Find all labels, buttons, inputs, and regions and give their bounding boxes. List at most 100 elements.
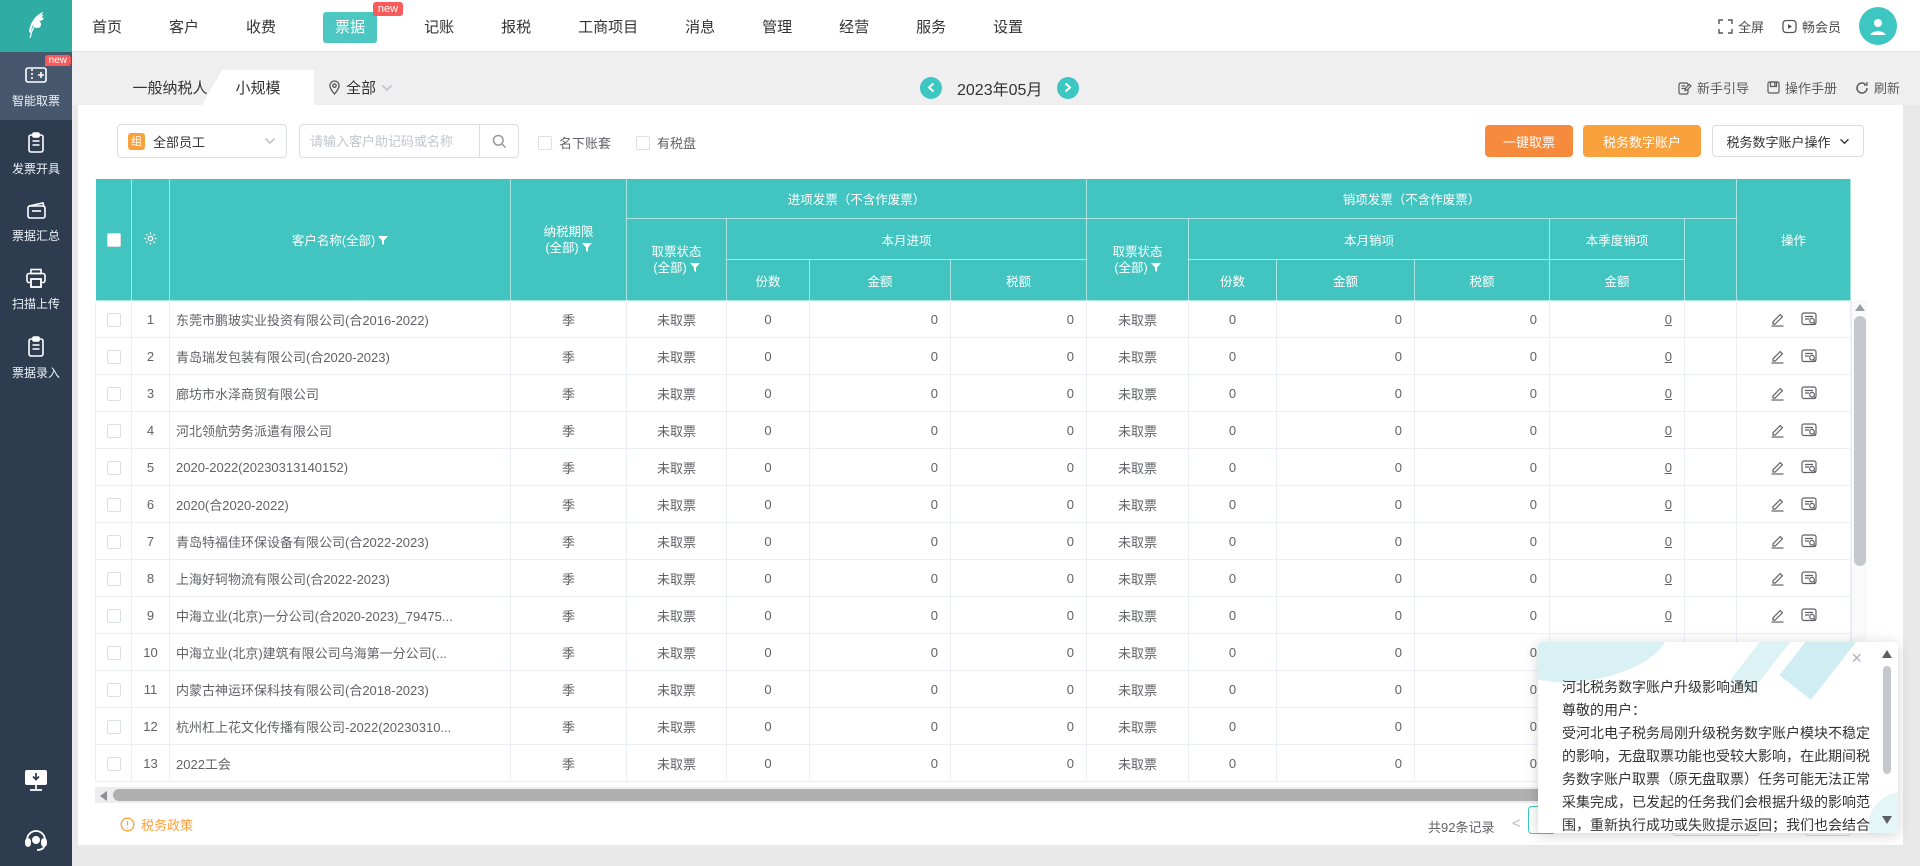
customer-name[interactable]: 青岛瑞发包装有限公司(合2020-2023): [169, 337, 511, 375]
row-checkbox[interactable]: [106, 682, 121, 697]
employee-select[interactable]: 组 全部员工: [117, 124, 287, 158]
top-nav-item[interactable]: 客户: [169, 16, 199, 37]
sidebar-item[interactable]: 扫描上传: [0, 256, 72, 324]
customer-name[interactable]: 东莞市鹏玻实业投资有限公司(合2016-2022): [169, 300, 511, 338]
edit-icon[interactable]: [1770, 386, 1785, 401]
header-customer-name[interactable]: 客户名称(全部): [169, 178, 511, 301]
edit-icon[interactable]: [1770, 534, 1785, 549]
scroll-up-arrow[interactable]: [1855, 304, 1865, 311]
quarter-amount-link[interactable]: 0: [1665, 534, 1672, 549]
quarter-amount-link[interactable]: 0: [1665, 423, 1672, 438]
row-checkbox[interactable]: [106, 608, 121, 623]
user-avatar[interactable]: [1859, 7, 1897, 45]
tax-digital-account-button[interactable]: 税务数字账户: [1583, 125, 1701, 157]
row-checkbox[interactable]: [106, 386, 121, 401]
own-accounts-checkbox[interactable]: 名下账套: [538, 133, 611, 152]
customer-name[interactable]: 杭州杠上花文化传播有限公司-2022(20230310...: [169, 707, 511, 745]
tax-disk-checkbox[interactable]: 有税盘: [636, 133, 696, 152]
row-checkbox[interactable]: [106, 423, 121, 438]
close-icon[interactable]: ×: [1851, 648, 1862, 669]
quarter-amount-link[interactable]: 0: [1665, 571, 1672, 586]
view-bill-icon[interactable]: [1800, 607, 1818, 623]
top-nav-item[interactable]: 服务: [916, 16, 946, 37]
sidebar-item[interactable]: 票据录入: [0, 324, 72, 392]
quarter-amount-link[interactable]: 0: [1665, 386, 1672, 401]
quarter-amount-link[interactable]: 0: [1665, 608, 1672, 623]
scope-selector[interactable]: 全部: [328, 70, 393, 105]
member-button[interactable]: 畅会员: [1782, 17, 1841, 36]
one-click-fetch-button[interactable]: 一键取票: [1485, 125, 1573, 157]
row-checkbox[interactable]: [106, 312, 121, 327]
refresh-link[interactable]: 刷新: [1855, 78, 1900, 97]
edit-icon[interactable]: [1770, 312, 1785, 327]
quarter-amount-link[interactable]: 0: [1665, 312, 1672, 327]
horizontal-scroll-thumb[interactable]: [113, 789, 1545, 801]
top-nav-item[interactable]: 首页: [92, 16, 122, 37]
customer-name[interactable]: 中海立业(北京)一分公司(合2020-2023)_79475...: [169, 596, 511, 634]
header-tax-period[interactable]: 纳税期限 (全部): [510, 178, 627, 301]
customer-name[interactable]: 2020-2022(20230313140152): [169, 448, 511, 486]
row-checkbox[interactable]: [106, 645, 121, 660]
search-button[interactable]: [479, 124, 519, 158]
manual-link[interactable]: 操作手册: [1767, 78, 1837, 97]
edit-icon[interactable]: [1770, 423, 1785, 438]
pagination-prev[interactable]: <: [1512, 815, 1521, 832]
row-checkbox[interactable]: [106, 571, 121, 586]
top-nav-item[interactable]: 票据 new: [323, 1, 404, 43]
view-bill-icon[interactable]: [1800, 422, 1818, 438]
row-checkbox[interactable]: [106, 349, 121, 364]
customer-name[interactable]: 上海好轲物流有限公司(合2022-2023): [169, 559, 511, 597]
popup-scroll-thumb[interactable]: [1883, 666, 1891, 774]
top-nav-item[interactable]: 消息: [685, 16, 715, 37]
customer-name[interactable]: 廊坊市水泽商贸有限公司: [169, 374, 511, 412]
top-nav-item[interactable]: 报税: [501, 16, 531, 37]
header-in-ticket-status[interactable]: 取票状态 (全部): [626, 218, 727, 301]
popup-scrollbar[interactable]: [1880, 648, 1894, 828]
view-bill-icon[interactable]: [1800, 533, 1818, 549]
header-out-ticket-status[interactable]: 取票状态 (全部): [1086, 218, 1190, 301]
headset-icon[interactable]: [23, 826, 49, 852]
customer-name[interactable]: 2022工会: [169, 744, 511, 782]
customer-name[interactable]: 2020(合2020-2022): [169, 485, 511, 523]
customer-name[interactable]: 青岛特福佳环保设备有限公司(合2022-2023): [169, 522, 511, 560]
customer-name[interactable]: 内蒙古神运环保科技有限公司(合2018-2023): [169, 670, 511, 708]
row-checkbox[interactable]: [106, 460, 121, 475]
scroll-up-arrow[interactable]: [1882, 650, 1892, 658]
vertical-scroll-thumb[interactable]: [1854, 316, 1866, 566]
prev-month-button[interactable]: [920, 76, 942, 99]
filter-funnel-icon[interactable]: [689, 262, 700, 273]
fullscreen-button[interactable]: 全屏: [1718, 17, 1764, 36]
quarter-amount-link[interactable]: 0: [1665, 460, 1672, 475]
top-nav-item[interactable]: 工商项目: [578, 16, 638, 37]
view-bill-icon[interactable]: [1800, 570, 1818, 586]
view-bill-icon[interactable]: [1800, 348, 1818, 364]
view-bill-icon[interactable]: [1800, 496, 1818, 512]
edit-icon[interactable]: [1770, 571, 1785, 586]
row-checkbox[interactable]: [106, 756, 121, 771]
scroll-down-arrow[interactable]: [1882, 816, 1892, 824]
top-nav-item[interactable]: 记账: [424, 16, 454, 37]
sidebar-item[interactable]: 发票开具: [0, 120, 72, 188]
next-month-button[interactable]: [1057, 76, 1080, 99]
edit-icon[interactable]: [1770, 460, 1785, 475]
filter-funnel-icon[interactable]: [1150, 262, 1161, 273]
gear-icon[interactable]: [143, 231, 158, 246]
scroll-left-arrow[interactable]: [100, 791, 107, 801]
top-nav-item[interactable]: 经营: [839, 16, 869, 37]
monitor-download-icon[interactable]: [23, 768, 49, 792]
top-nav-item[interactable]: 收费: [246, 16, 276, 37]
view-bill-icon[interactable]: [1800, 459, 1818, 475]
customer-name[interactable]: 河北领航劳务派遣有限公司: [169, 411, 511, 449]
select-all-checkbox[interactable]: [106, 232, 121, 247]
view-bill-icon[interactable]: [1800, 385, 1818, 401]
quarter-amount-link[interactable]: 0: [1665, 497, 1672, 512]
customer-name[interactable]: 中海立业(北京)建筑有限公司乌海第一分公司(...: [169, 633, 511, 671]
guide-link[interactable]: 新手引导: [1678, 78, 1749, 97]
sidebar-item[interactable]: new 智能取票: [0, 52, 72, 120]
top-nav-item[interactable]: 设置: [993, 16, 1023, 37]
tax-policy-link[interactable]: 税务政策: [120, 815, 193, 834]
row-checkbox[interactable]: [106, 497, 121, 512]
app-logo[interactable]: [0, 0, 72, 52]
edit-icon[interactable]: [1770, 497, 1785, 512]
top-nav-item[interactable]: 管理: [762, 16, 792, 37]
